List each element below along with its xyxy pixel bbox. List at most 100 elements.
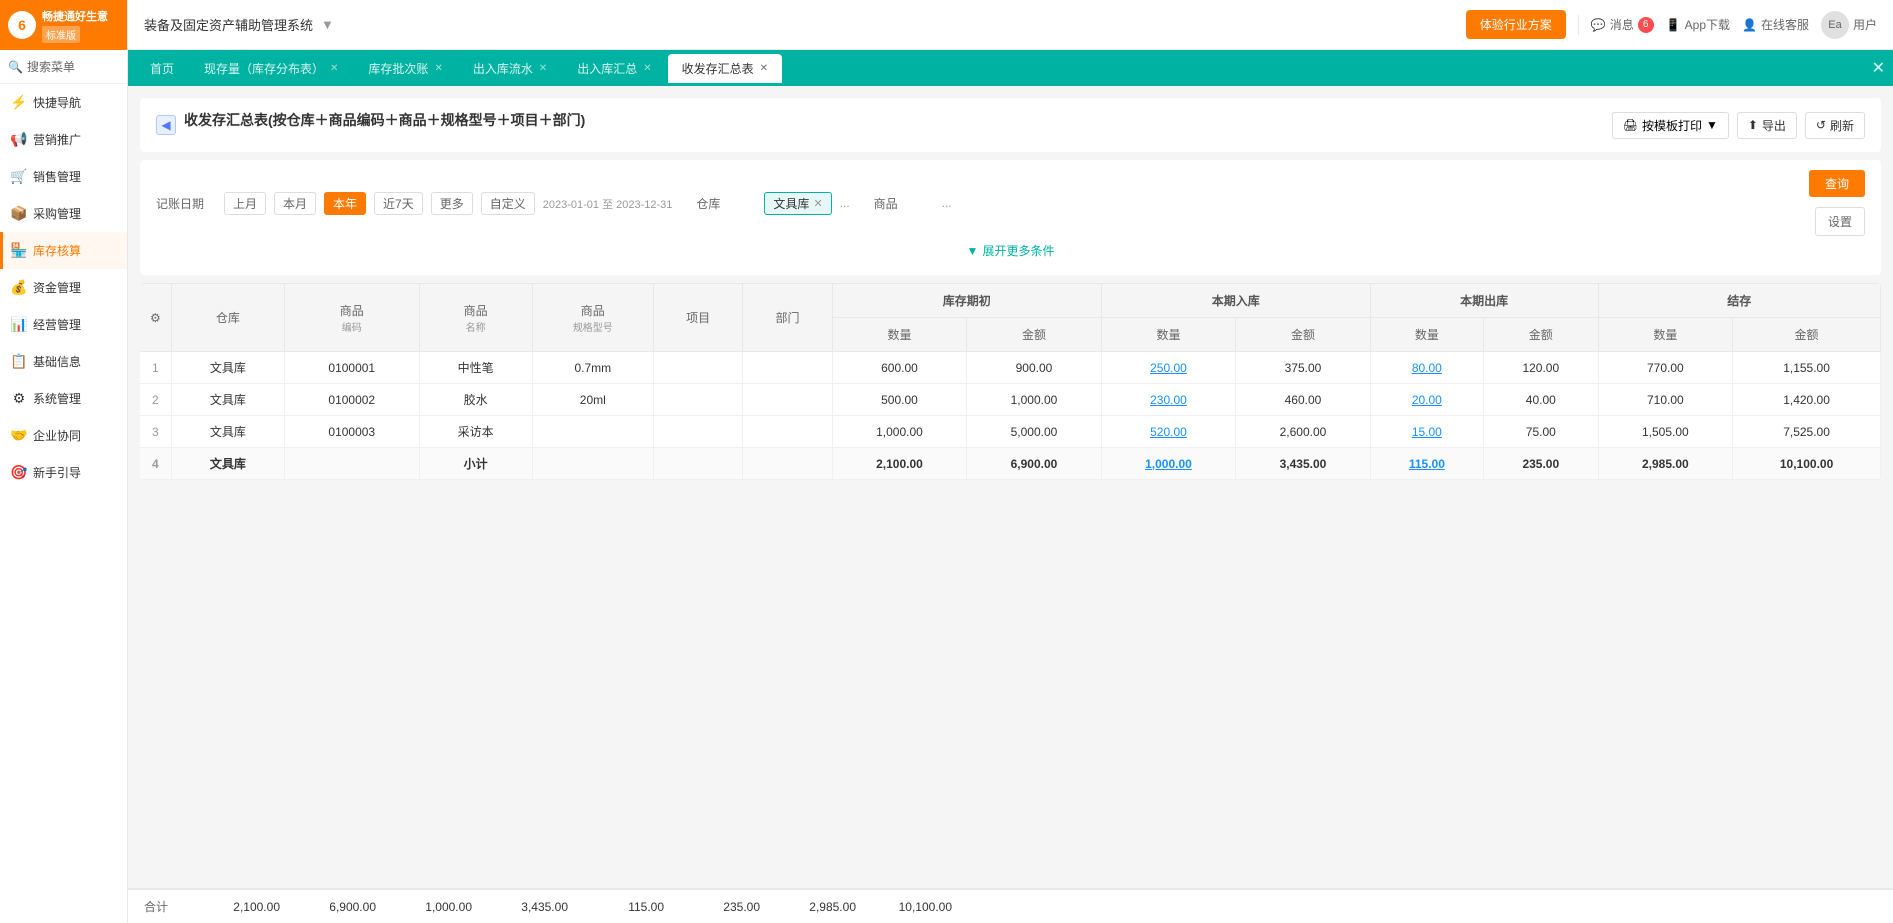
query-btn[interactable]: 查询: [1809, 170, 1865, 197]
row-out-qty[interactable]: 15.00: [1370, 416, 1483, 448]
row-bal-qty: 710.00: [1598, 384, 1733, 416]
tab-close-icon[interactable]: ✕: [434, 63, 442, 74]
sidebar: 6 畅捷通好生意 标准版 🔍 搜索菜单 ⚡ 快捷导航 📢 营销推广 🛒 销售管理…: [0, 0, 128, 923]
sidebar-item-system[interactable]: ⚙ 系统管理: [0, 380, 127, 417]
row-open-amt: 900.00: [967, 352, 1102, 384]
date-range-display: 2023-01-01 至 2023-12-31: [543, 196, 673, 212]
date-btn-custom[interactable]: 自定义: [481, 192, 535, 215]
row-in-amt: 460.00: [1236, 384, 1371, 416]
tab-close-icon[interactable]: ✕: [330, 63, 338, 74]
sidebar-item-enterprise[interactable]: 🤝 企业协同: [0, 417, 127, 454]
operation-icon: 📊: [11, 317, 27, 333]
warehouse-filter-label: 仓库: [696, 195, 756, 212]
sidebar-item-basic[interactable]: 📋 基础信息: [0, 343, 127, 380]
print-btn[interactable]: 🖨 按模板打印 ▼: [1612, 112, 1729, 139]
message-label: 消息: [1610, 16, 1634, 33]
row-open-qty: 600.00: [832, 352, 967, 384]
tab-stock-dist[interactable]: 现存量（库存分布表） ✕: [190, 54, 352, 83]
experience-btn[interactable]: 体验行业方案: [1466, 10, 1566, 39]
close-all-tabs-btn[interactable]: ✕: [1872, 58, 1885, 78]
newbie-icon: 🎯: [11, 465, 27, 481]
date-btn-more[interactable]: 更多: [431, 192, 473, 215]
search-menu[interactable]: 🔍 搜索菜单: [0, 50, 127, 84]
out-col-header: 本期出库: [1370, 284, 1598, 318]
tab-receive-summary[interactable]: 收发存汇总表 ✕: [668, 54, 782, 83]
warehouse-more-btn[interactable]: ...: [840, 196, 850, 210]
dropdown-icon: ▼: [321, 17, 334, 32]
enterprise-icon: 🤝: [11, 428, 27, 444]
logo-icon: 6: [8, 11, 36, 39]
row-warehouse: 文具库: [171, 352, 284, 384]
filter-settings-btn[interactable]: 设置: [1815, 207, 1865, 236]
row-in-qty[interactable]: 230.00: [1101, 384, 1236, 416]
row-open-amt: 5,000.00: [967, 416, 1102, 448]
row-project: [653, 384, 742, 416]
tab-label: 收发存汇总表: [682, 60, 754, 77]
settings-col-header[interactable]: ⚙: [140, 284, 171, 352]
page-actions: 🖨 按模板打印 ▼ ⬆ 导出 ↺ 刷新: [1612, 112, 1865, 139]
app-download-btn[interactable]: 📱 App下载: [1666, 16, 1730, 33]
subtotal-bal-qty: 2,985.00: [1598, 448, 1733, 480]
warehouse-remove-btn[interactable]: ✕: [813, 197, 822, 210]
sidebar-item-quick-nav[interactable]: ⚡ 快捷导航: [0, 84, 127, 121]
date-btn-last-month[interactable]: 上月: [224, 192, 266, 215]
tab-batch[interactable]: 库存批次账 ✕: [354, 54, 456, 83]
out-amt-header: 金额: [1484, 318, 1599, 352]
date-btn-this-month[interactable]: 本月: [274, 192, 316, 215]
row-warehouse: 文具库: [171, 416, 284, 448]
user-btn[interactable]: Ea 用户: [1821, 11, 1877, 39]
message-btn[interactable]: 💬 消息 6: [1591, 16, 1654, 33]
sidebar-item-label: 快捷导航: [33, 94, 81, 111]
user-label: 用户: [1853, 16, 1877, 33]
content-area: ◀ 收发存汇总表(按仓库＋商品编码＋商品＋规格型号＋项目＋部门) 🖨 按模板打印…: [128, 86, 1893, 888]
row-bal-amt: 7,525.00: [1733, 416, 1881, 448]
goods-name-col-header: 商品名称: [419, 284, 532, 352]
online-service-btn[interactable]: 👤 在线客服: [1742, 16, 1809, 33]
sidebar-item-operation[interactable]: 📊 经营管理: [0, 306, 127, 343]
tab-home[interactable]: 首页: [136, 54, 188, 83]
date-btn-7days[interactable]: 近7天: [374, 192, 423, 215]
sidebar-item-sales[interactable]: 🛒 销售管理: [0, 158, 127, 195]
in-col-header: 本期入库: [1101, 284, 1370, 318]
tab-inout-summary[interactable]: 出入库汇总 ✕: [563, 54, 665, 83]
sidebar-item-purchase[interactable]: 📦 采购管理: [0, 195, 127, 232]
search-icon: 🔍: [8, 60, 23, 74]
subtotal-out-qty[interactable]: 115.00: [1370, 448, 1483, 480]
goods-code-col-header: 商品编码: [285, 284, 420, 352]
topbar: 装备及固定资产辅助管理系统 ▼ 体验行业方案 💬 消息 6 📱 App下载 👤 …: [128, 0, 1893, 50]
footer-open-amt: 6,900.00: [296, 900, 376, 914]
sidebar-item-newbie[interactable]: 🎯 新手引导: [0, 454, 127, 491]
row-out-qty[interactable]: 20.00: [1370, 384, 1483, 416]
footer-in-qty: 1,000.00: [392, 900, 472, 914]
expand-conditions-btn[interactable]: ▼ 展开更多条件: [967, 242, 1055, 259]
row-dept: [743, 352, 832, 384]
tab-close-icon[interactable]: ✕: [643, 63, 651, 74]
tabbar: 首页 现存量（库存分布表） ✕ 库存批次账 ✕ 出入库流水 ✕ 出入库汇总 ✕ …: [128, 50, 1893, 86]
goods-more-btn[interactable]: ...: [942, 196, 952, 210]
date-btn-this-year[interactable]: 本年: [324, 192, 366, 215]
row-in-qty[interactable]: 250.00: [1101, 352, 1236, 384]
sidebar-item-label: 营销推广: [33, 131, 81, 148]
row-in-qty[interactable]: 520.00: [1101, 416, 1236, 448]
row-out-qty[interactable]: 80.00: [1370, 352, 1483, 384]
refresh-btn[interactable]: ↺ 刷新: [1805, 112, 1865, 139]
subtotal-name: 小计: [419, 448, 532, 480]
collapse-btn[interactable]: ◀: [156, 115, 176, 135]
sidebar-item-finance[interactable]: 💰 资金管理: [0, 269, 127, 306]
balance-amt-header: 金额: [1733, 318, 1881, 352]
sidebar-item-marketing[interactable]: 📢 营销推广: [0, 121, 127, 158]
in-qty-header: 数量: [1101, 318, 1236, 352]
subtotal-code: [285, 448, 420, 480]
data-table: ⚙ 仓库 商品编码 商品名称 商品规格型号 项目 部门 库存期初 本期入库 本期…: [140, 283, 1881, 480]
tab-inout-flow[interactable]: 出入库流水 ✕: [459, 54, 561, 83]
footer-bal-qty: 2,985.00: [776, 900, 856, 914]
out-qty-header: 数量: [1370, 318, 1483, 352]
row-bal-amt: 1,155.00: [1733, 352, 1881, 384]
tab-close-icon[interactable]: ✕: [760, 63, 768, 74]
sidebar-item-inventory[interactable]: 🏪 库存核算: [0, 232, 127, 269]
tab-close-icon[interactable]: ✕: [539, 63, 547, 74]
subtotal-in-qty[interactable]: 1,000.00: [1101, 448, 1236, 480]
export-btn[interactable]: ⬆ 导出: [1737, 112, 1797, 139]
main-panel: 装备及固定资产辅助管理系统 ▼ 体验行业方案 💬 消息 6 📱 App下载 👤 …: [128, 0, 1893, 923]
footer-bal-amt: 10,100.00: [872, 900, 952, 914]
